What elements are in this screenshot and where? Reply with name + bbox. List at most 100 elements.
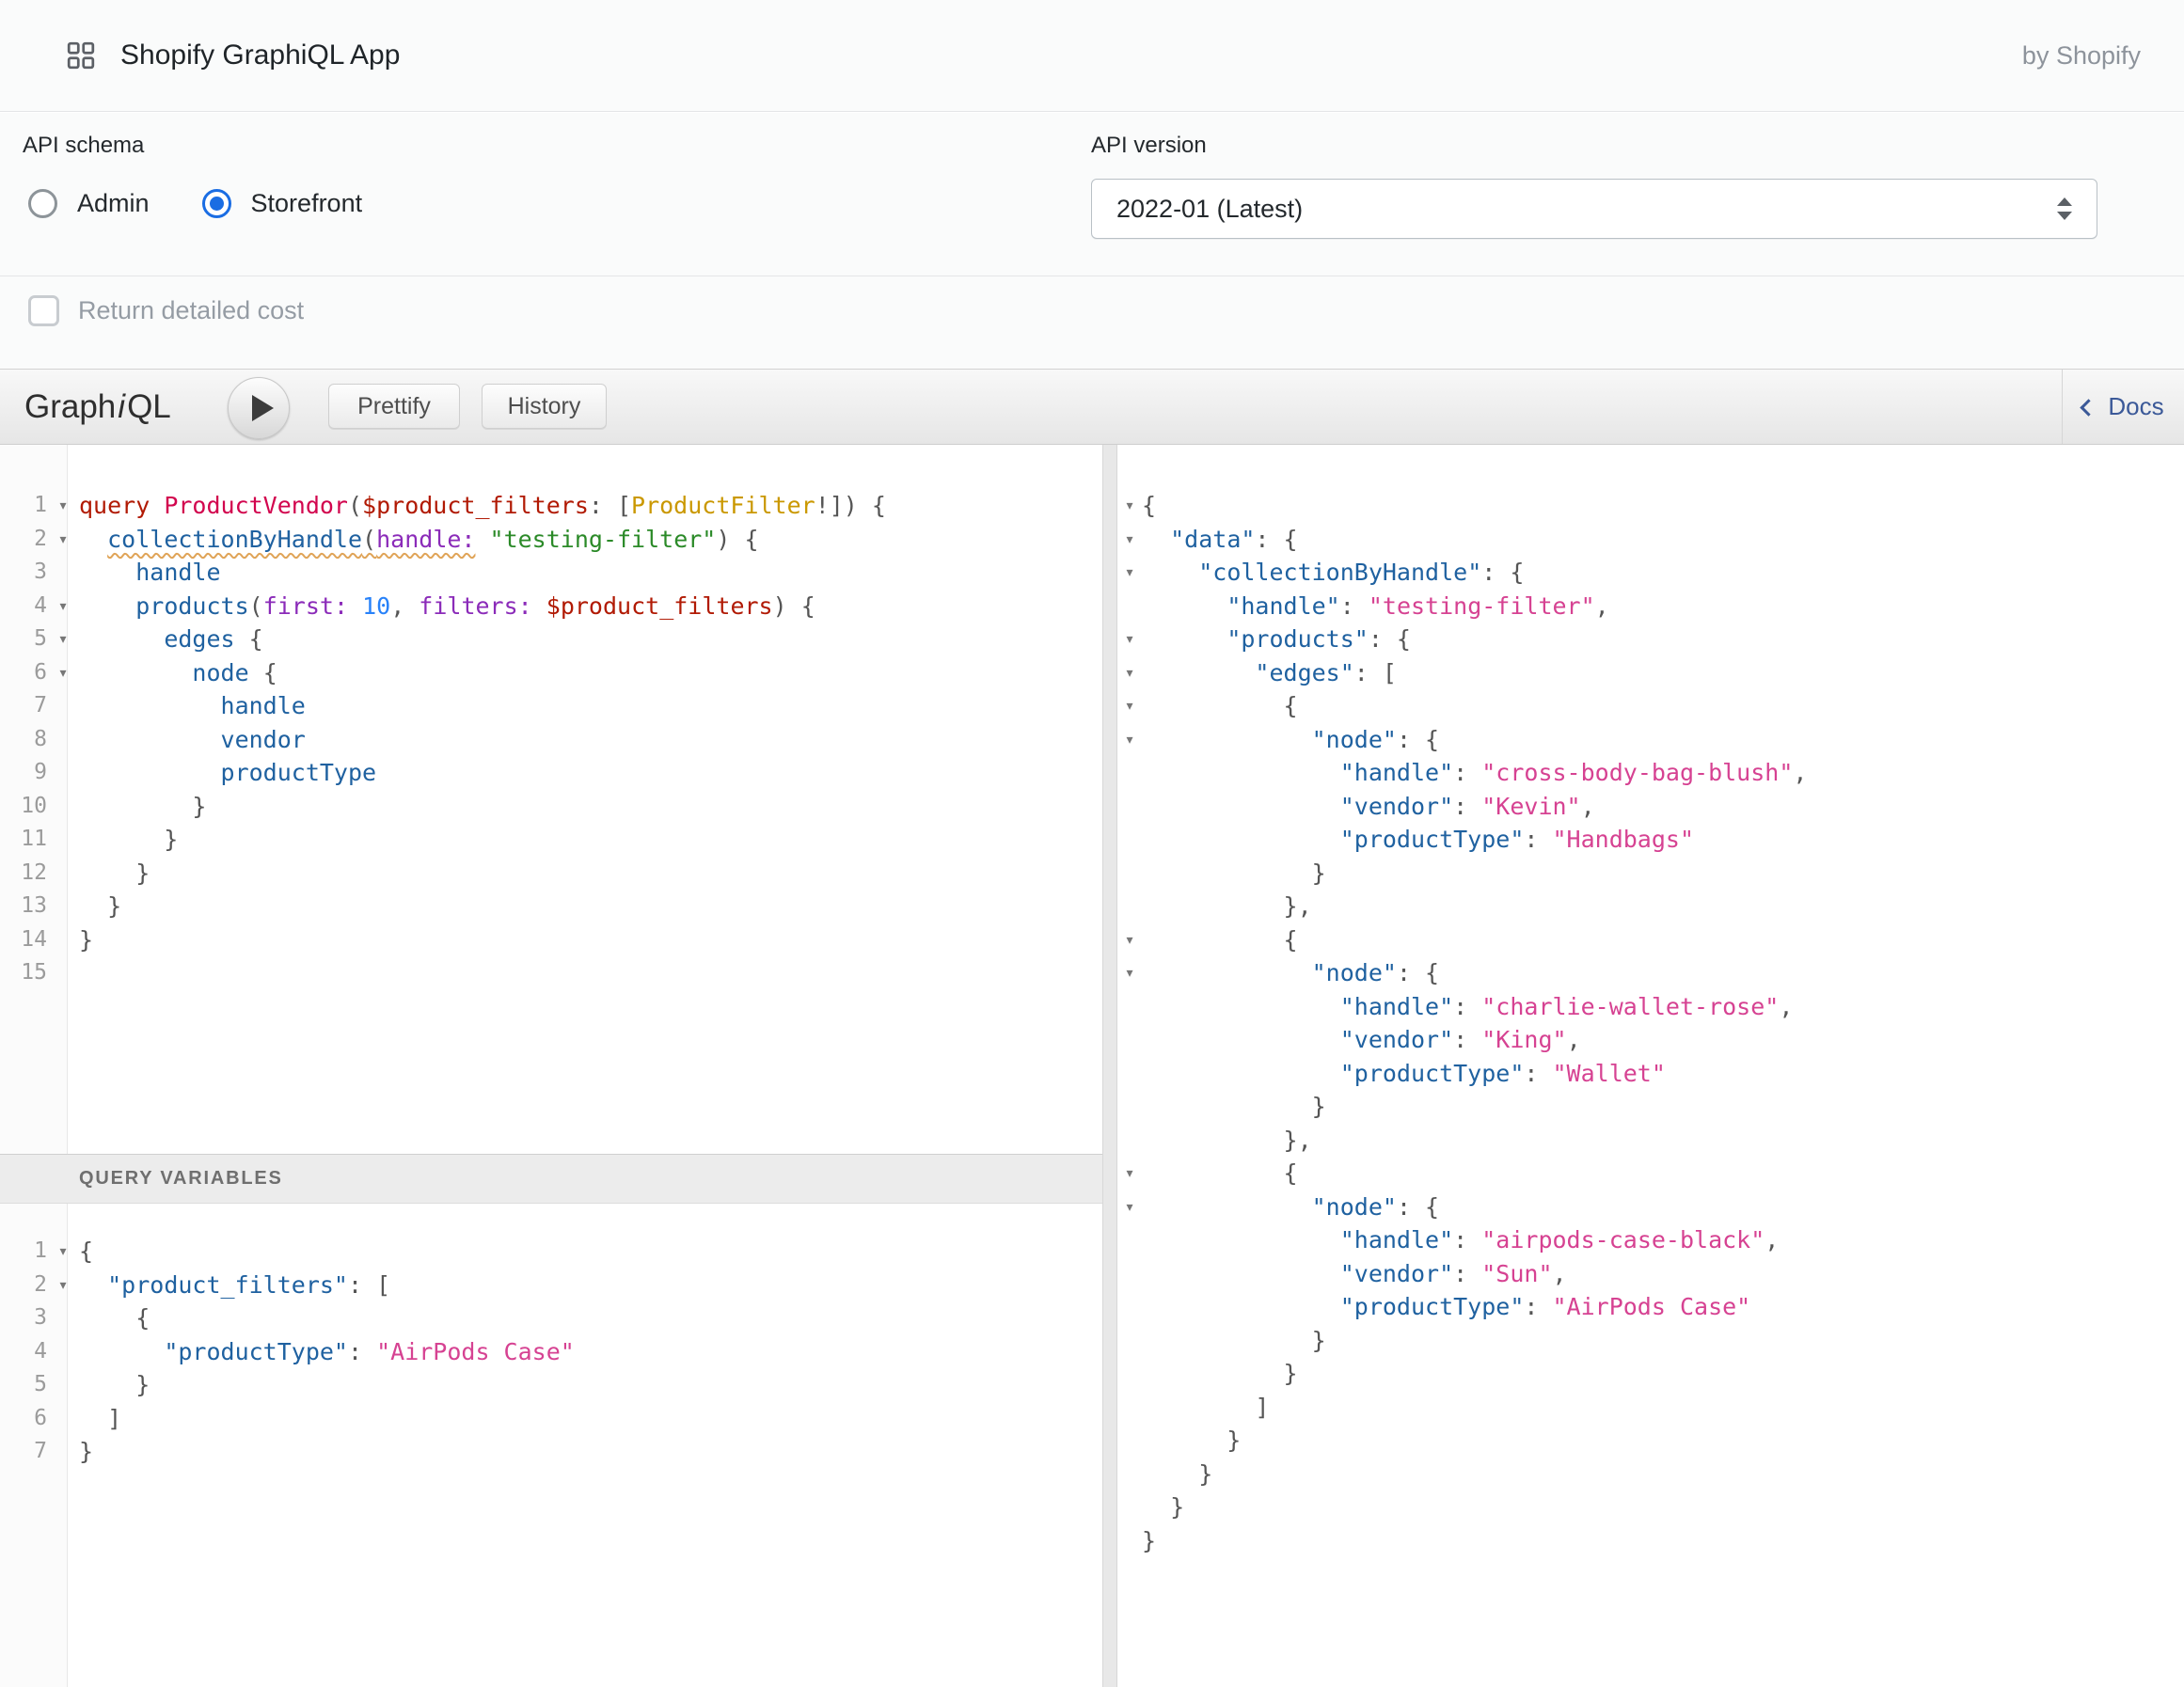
fold-caret-icon[interactable]: ▾ bbox=[47, 1235, 79, 1269]
fold-gutter bbox=[1117, 1057, 1142, 1091]
code-text: "edges": [ bbox=[1142, 656, 1397, 690]
code-text: "handle": "charlie-wallet-rose", bbox=[1142, 990, 1793, 1024]
code-text: "productType": "AirPods Case" bbox=[79, 1335, 575, 1369]
line-number: 11 bbox=[0, 823, 47, 857]
fold-caret-icon[interactable]: ▾ bbox=[47, 623, 79, 656]
query-variables-title: QUERY VARIABLES bbox=[79, 1168, 283, 1190]
left-pane: 1▾query ProductVendor($product_filters: … bbox=[0, 445, 1102, 1687]
code-line: ▾ { bbox=[1117, 923, 2184, 957]
docs-button[interactable]: Docs bbox=[2062, 370, 2184, 444]
code-line: ▾ "node": { bbox=[1117, 1190, 2184, 1224]
code-line: ▾{ bbox=[1117, 489, 2184, 523]
fold-caret-icon[interactable]: ▾ bbox=[1117, 1190, 1142, 1224]
detailed-cost-checkbox[interactable] bbox=[28, 295, 59, 326]
fold-caret-icon[interactable]: ▾ bbox=[1117, 723, 1142, 757]
fold-caret-icon[interactable]: ▾ bbox=[47, 590, 79, 623]
fold-gutter bbox=[1117, 1223, 1142, 1257]
line-number: 4 bbox=[0, 590, 47, 623]
code-line: 7 handle bbox=[0, 689, 1102, 723]
fold-caret-icon[interactable]: ▾ bbox=[1117, 923, 1142, 957]
query-editor[interactable]: 1▾query ProductVendor($product_filters: … bbox=[0, 489, 1102, 990]
admin-radio[interactable] bbox=[28, 189, 57, 218]
code-text: "productType": "Handbags" bbox=[1142, 823, 1694, 857]
fold-caret-icon[interactable]: ▾ bbox=[1117, 689, 1142, 723]
code-text: { bbox=[1142, 489, 1156, 523]
code-line: } bbox=[1117, 1490, 2184, 1524]
code-line: 6▾ node { bbox=[0, 656, 1102, 690]
code-line: }, bbox=[1117, 1124, 2184, 1158]
admin-radio-label[interactable]: Admin bbox=[77, 189, 150, 218]
line-number: 7 bbox=[0, 689, 47, 723]
line-number: 12 bbox=[0, 857, 47, 891]
variables-editor[interactable]: 1▾{2▾ "product_filters": [3 {4 "productT… bbox=[0, 1235, 1102, 1469]
code-line: } bbox=[1117, 1357, 2184, 1391]
fold-gutter bbox=[1117, 1257, 1142, 1291]
fold-caret-icon[interactable]: ▾ bbox=[47, 1269, 79, 1302]
code-line: 11 } bbox=[0, 823, 1102, 857]
fold-caret-icon[interactable]: ▾ bbox=[47, 523, 79, 557]
code-text: "handle": "cross-body-bag-blush", bbox=[1142, 756, 1807, 790]
code-line: "handle": "airpods-case-black", bbox=[1117, 1223, 2184, 1257]
line-number: 14 bbox=[0, 923, 47, 957]
code-text: "products": { bbox=[1142, 623, 1411, 656]
code-text: products(first: 10, filters: $product_fi… bbox=[79, 590, 815, 623]
logo-i: i bbox=[118, 388, 125, 426]
code-line: 1▾query ProductVendor($product_filters: … bbox=[0, 489, 1102, 523]
query-variables-header[interactable]: QUERY VARIABLES bbox=[0, 1154, 1102, 1204]
code-line: "handle": "charlie-wallet-rose", bbox=[1117, 990, 2184, 1024]
fold-gutter bbox=[1117, 1090, 1142, 1124]
code-line: 5 } bbox=[0, 1368, 1102, 1402]
code-text: query ProductVendor($product_filters: [P… bbox=[79, 489, 886, 523]
code-line: 2▾ collectionByHandle(handle: "testing-f… bbox=[0, 523, 1102, 557]
code-text: { bbox=[79, 1301, 150, 1335]
code-line: 15 bbox=[0, 956, 1102, 990]
code-line: 10 } bbox=[0, 790, 1102, 824]
code-line: } bbox=[1117, 1324, 2184, 1358]
api-version-select[interactable]: 2022-01 (Latest) bbox=[1091, 179, 2097, 239]
pane-divider[interactable] bbox=[1102, 445, 1117, 1687]
history-button[interactable]: History bbox=[482, 384, 607, 429]
code-line: 4 "productType": "AirPods Case" bbox=[0, 1335, 1102, 1369]
code-line: 5▾ edges { bbox=[0, 623, 1102, 656]
code-line: 8 vendor bbox=[0, 723, 1102, 757]
fold-caret-icon[interactable]: ▾ bbox=[1117, 623, 1142, 656]
fold-gutter bbox=[47, 723, 79, 757]
fold-gutter bbox=[47, 1301, 79, 1335]
code-text: "handle": "airpods-case-black", bbox=[1142, 1223, 1779, 1257]
storefront-radio[interactable] bbox=[202, 189, 231, 218]
code-text: "product_filters": [ bbox=[79, 1269, 390, 1302]
fold-caret-icon[interactable]: ▾ bbox=[1117, 1157, 1142, 1190]
line-number: 8 bbox=[0, 723, 47, 757]
storefront-radio-label[interactable]: Storefront bbox=[251, 189, 363, 218]
fold-caret-icon[interactable]: ▾ bbox=[1117, 656, 1142, 690]
code-text: { bbox=[1142, 923, 1298, 957]
code-text: } bbox=[79, 823, 178, 857]
fold-caret-icon[interactable]: ▾ bbox=[1117, 556, 1142, 590]
code-text: handle bbox=[79, 689, 306, 723]
code-line: "productType": "AirPods Case" bbox=[1117, 1290, 2184, 1324]
app-byline: by Shopify bbox=[2022, 41, 2141, 71]
prettify-button[interactable]: Prettify bbox=[328, 384, 460, 429]
code-text: "productType": "AirPods Case" bbox=[1142, 1290, 1750, 1324]
code-text: "node": { bbox=[1142, 1190, 1439, 1224]
code-text: productType bbox=[79, 756, 376, 790]
code-line: ▾ "edges": [ bbox=[1117, 656, 2184, 690]
fold-caret-icon[interactable]: ▾ bbox=[1117, 489, 1142, 523]
fold-gutter bbox=[1117, 1290, 1142, 1324]
detailed-cost-label[interactable]: Return detailed cost bbox=[78, 296, 304, 325]
app-grid-icon-svg bbox=[66, 40, 96, 71]
fold-caret-icon[interactable]: ▾ bbox=[47, 656, 79, 690]
fold-caret-icon[interactable]: ▾ bbox=[47, 489, 79, 523]
app-grid-icon bbox=[66, 40, 96, 71]
line-number: 6 bbox=[0, 1402, 47, 1436]
execute-button[interactable] bbox=[228, 377, 290, 439]
fold-gutter bbox=[1117, 890, 1142, 923]
code-line: "vendor": "Kevin", bbox=[1117, 790, 2184, 824]
code-text: "productType": "Wallet" bbox=[1142, 1057, 1666, 1091]
fold-caret-icon[interactable]: ▾ bbox=[1117, 956, 1142, 990]
result-viewer[interactable]: ▾{▾ "data": {▾ "collectionByHandle": { "… bbox=[1117, 489, 2184, 1557]
fold-caret-icon[interactable]: ▾ bbox=[1117, 523, 1142, 557]
code-line: 9 productType bbox=[0, 756, 1102, 790]
code-line: ] bbox=[1117, 1391, 2184, 1425]
code-text: } bbox=[1142, 1324, 1326, 1358]
